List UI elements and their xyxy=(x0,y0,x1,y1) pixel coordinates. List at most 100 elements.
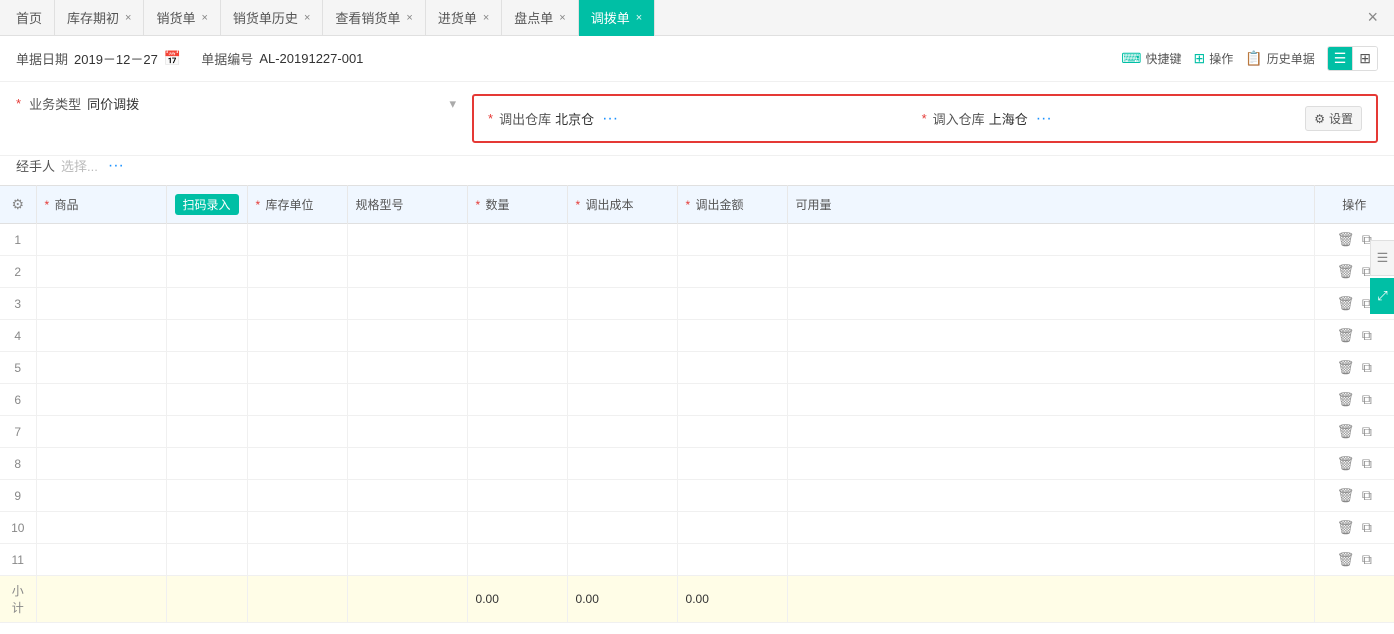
row-unit[interactable] xyxy=(247,416,347,448)
copy-row-icon[interactable]: ⧉ xyxy=(1362,455,1372,471)
row-spec[interactable] xyxy=(347,384,467,416)
row-amount[interactable] xyxy=(677,448,787,480)
row-unit[interactable] xyxy=(247,352,347,384)
row-amount[interactable] xyxy=(677,544,787,576)
tab-sales-history[interactable]: 销货单历史 × xyxy=(221,0,323,36)
row-spec[interactable] xyxy=(347,448,467,480)
row-unit[interactable] xyxy=(247,256,347,288)
copy-row-icon[interactable]: ⧉ xyxy=(1362,551,1372,567)
close-sales-order[interactable]: × xyxy=(201,12,207,24)
row-cost[interactable] xyxy=(567,384,677,416)
row-qty[interactable] xyxy=(467,480,567,512)
row-product[interactable] xyxy=(36,512,166,544)
delete-row-icon[interactable]: 🗑 xyxy=(1337,455,1355,471)
row-amount[interactable] xyxy=(677,256,787,288)
close-transfer[interactable]: × xyxy=(636,12,642,24)
copy-row-icon[interactable]: ⧉ xyxy=(1362,423,1372,439)
row-product[interactable] xyxy=(36,416,166,448)
row-cost[interactable] xyxy=(567,320,677,352)
row-spec[interactable] xyxy=(347,224,467,256)
business-type-dropdown-icon[interactable]: ▾ xyxy=(449,96,456,112)
row-spec[interactable] xyxy=(347,480,467,512)
global-close-button[interactable]: × xyxy=(1359,7,1386,28)
row-unit[interactable] xyxy=(247,320,347,352)
row-spec[interactable] xyxy=(347,512,467,544)
delete-row-icon[interactable]: 🗑 xyxy=(1337,327,1355,343)
delete-row-icon[interactable]: 🗑 xyxy=(1337,263,1355,279)
row-spec[interactable] xyxy=(347,416,467,448)
row-product[interactable] xyxy=(36,288,166,320)
tab-transfer[interactable]: 调拨单 × xyxy=(579,0,655,36)
row-unit[interactable] xyxy=(247,448,347,480)
operations-action[interactable]: ⊞ 操作 xyxy=(1194,50,1234,67)
row-spec[interactable] xyxy=(347,256,467,288)
row-cost[interactable] xyxy=(567,224,677,256)
row-amount[interactable] xyxy=(677,320,787,352)
copy-row-icon[interactable]: ⧉ xyxy=(1362,391,1372,407)
row-unit[interactable] xyxy=(247,512,347,544)
delete-row-icon[interactable]: 🗑 xyxy=(1337,423,1355,439)
delete-row-icon[interactable]: 🗑 xyxy=(1337,359,1355,375)
side-expand-tool[interactable]: ⤢ xyxy=(1370,278,1394,314)
row-spec[interactable] xyxy=(347,288,467,320)
row-amount[interactable] xyxy=(677,352,787,384)
row-unit[interactable] xyxy=(247,384,347,416)
copy-row-icon[interactable]: ⧉ xyxy=(1362,359,1372,375)
agent-select[interactable]: 选择... xyxy=(61,156,98,175)
delete-row-icon[interactable]: 🗑 xyxy=(1337,487,1355,503)
delete-row-icon[interactable]: 🗑 xyxy=(1337,391,1355,407)
row-qty[interactable] xyxy=(467,544,567,576)
table-settings-icon[interactable]: ⚙ xyxy=(11,196,24,212)
out-warehouse-value[interactable]: 北京仓 xyxy=(555,109,594,128)
out-warehouse-more-icon[interactable]: ··· xyxy=(602,110,618,128)
close-purchase-order[interactable]: × xyxy=(483,12,489,24)
row-amount[interactable] xyxy=(677,480,787,512)
row-product[interactable] xyxy=(36,480,166,512)
row-product[interactable] xyxy=(36,544,166,576)
business-type-value[interactable]: 同价调拨 xyxy=(87,94,439,113)
row-qty[interactable] xyxy=(467,288,567,320)
warehouse-settings-button[interactable]: ⚙ 设置 xyxy=(1305,106,1362,131)
close-sales-history[interactable]: × xyxy=(304,12,310,24)
delete-row-icon[interactable]: 🗑 xyxy=(1337,519,1355,535)
close-view-sales[interactable]: × xyxy=(406,12,412,24)
tab-purchase-order[interactable]: 进货单 × xyxy=(426,0,502,36)
row-product[interactable] xyxy=(36,384,166,416)
in-warehouse-more-icon[interactable]: ··· xyxy=(1036,110,1052,128)
row-cost[interactable] xyxy=(567,288,677,320)
calendar-icon[interactable]: 📅 xyxy=(164,50,181,67)
row-qty[interactable] xyxy=(467,448,567,480)
row-cost[interactable] xyxy=(567,448,677,480)
close-stocktake[interactable]: × xyxy=(559,12,565,24)
copy-row-icon[interactable]: ⧉ xyxy=(1362,327,1372,343)
row-cost[interactable] xyxy=(567,512,677,544)
scan-entry-button[interactable]: 扫码录入 xyxy=(175,194,239,215)
row-unit[interactable] xyxy=(247,544,347,576)
delete-row-icon[interactable]: 🗑 xyxy=(1337,231,1355,247)
row-spec[interactable] xyxy=(347,320,467,352)
row-amount[interactable] xyxy=(677,224,787,256)
tab-stocktake[interactable]: 盘点单 × xyxy=(502,0,578,36)
row-spec[interactable] xyxy=(347,352,467,384)
layout-list-btn[interactable]: ☰ xyxy=(1328,47,1354,70)
row-amount[interactable] xyxy=(677,416,787,448)
side-list-tool[interactable]: ☰ xyxy=(1370,240,1394,276)
history-action[interactable]: 📋 历史单据 xyxy=(1245,50,1314,67)
tab-home[interactable]: 首页 xyxy=(8,0,55,36)
row-amount[interactable] xyxy=(677,512,787,544)
in-warehouse-value[interactable]: 上海仓 xyxy=(989,109,1028,128)
row-qty[interactable] xyxy=(467,352,567,384)
delete-row-icon[interactable]: 🗑 xyxy=(1337,295,1355,311)
row-spec[interactable] xyxy=(347,544,467,576)
tab-view-sales[interactable]: 查看销货单 × xyxy=(323,0,425,36)
tab-inventory-init[interactable]: 库存期初 × xyxy=(55,0,144,36)
row-qty[interactable] xyxy=(467,256,567,288)
row-amount[interactable] xyxy=(677,288,787,320)
row-product[interactable] xyxy=(36,320,166,352)
row-unit[interactable] xyxy=(247,224,347,256)
row-qty[interactable] xyxy=(467,320,567,352)
row-cost[interactable] xyxy=(567,480,677,512)
row-product[interactable] xyxy=(36,448,166,480)
row-qty[interactable] xyxy=(467,224,567,256)
copy-row-icon[interactable]: ⧉ xyxy=(1362,487,1372,503)
